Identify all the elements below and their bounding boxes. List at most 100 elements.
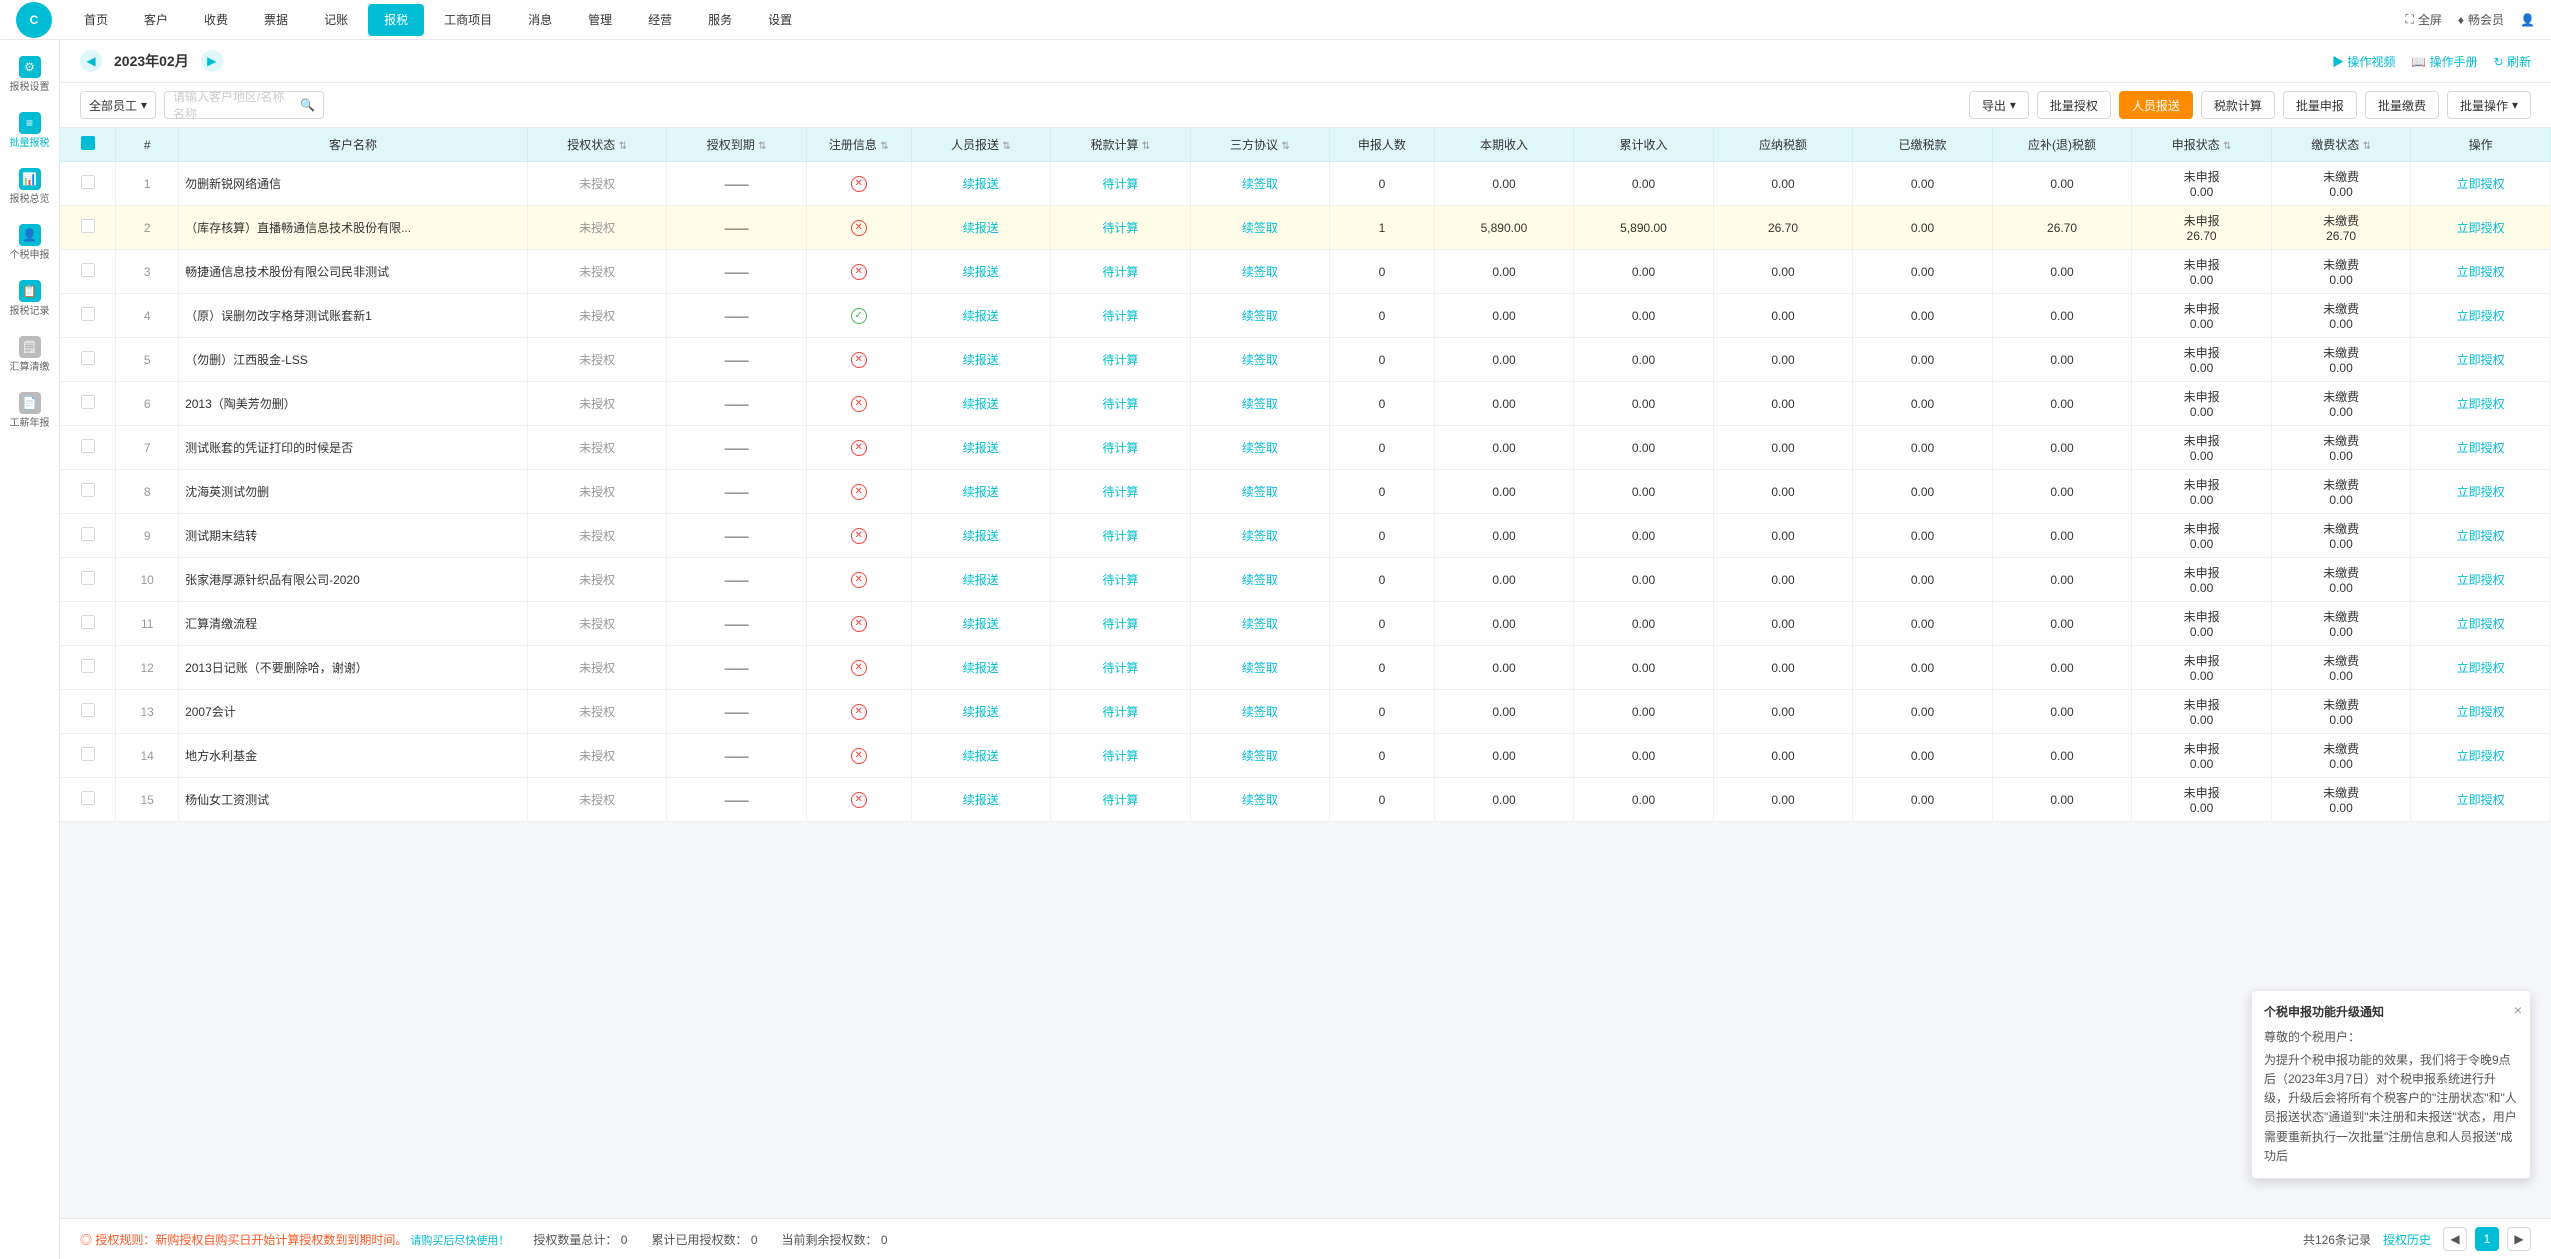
tri-link[interactable]: 续签取 bbox=[1242, 265, 1278, 279]
personnel-link[interactable]: 续报送 bbox=[963, 353, 999, 367]
nav-settings[interactable]: 设置 bbox=[752, 4, 808, 36]
row-checkbox[interactable] bbox=[81, 175, 95, 189]
fullscreen-btn[interactable]: ⛶ 全屏 bbox=[2405, 11, 2441, 28]
period-prev-btn[interactable]: ◀ bbox=[80, 50, 102, 72]
tri-link[interactable]: 续签取 bbox=[1242, 221, 1278, 235]
employee-filter-select[interactable]: 全部员工 ▾ bbox=[80, 91, 156, 119]
personnel-link[interactable]: 续报送 bbox=[963, 573, 999, 587]
purchase-link[interactable]: 请购买后尽快使用！ bbox=[410, 1235, 509, 1247]
row-checkbox[interactable] bbox=[81, 483, 95, 497]
tri-link[interactable]: 续签取 bbox=[1242, 529, 1278, 543]
sidebar-item-tax-overview[interactable]: 📊 报税总览 bbox=[4, 160, 56, 214]
tri-link[interactable]: 续签取 bbox=[1242, 793, 1278, 807]
row-action-btn[interactable]: 立即授权 bbox=[2457, 661, 2505, 675]
row-checkbox[interactable] bbox=[81, 791, 95, 805]
sidebar-item-annual-report[interactable]: 📄 工薪年报 bbox=[4, 384, 56, 438]
tri-link[interactable]: 续签取 bbox=[1242, 441, 1278, 455]
tax-calc-link[interactable]: 待计算 bbox=[1102, 485, 1138, 499]
period-next-btn[interactable]: ▶ bbox=[201, 50, 223, 72]
tri-link[interactable]: 续签取 bbox=[1242, 573, 1278, 587]
row-checkbox[interactable] bbox=[81, 307, 95, 321]
personnel-link[interactable]: 续报送 bbox=[963, 749, 999, 763]
col-header-reg-info[interactable]: 注册信息 ⇅ bbox=[806, 128, 911, 162]
sidebar-item-annual-clear[interactable]: 🗒 汇算清缴 bbox=[4, 328, 56, 382]
col-header-auth-status[interactable]: 授权状态 ⇅ bbox=[527, 128, 667, 162]
nav-accounting[interactable]: 记账 bbox=[308, 4, 364, 36]
member-btn[interactable]: ♦ 畅会员 bbox=[2458, 11, 2504, 28]
col-header-tax-calc[interactable]: 税款计算 ⇅ bbox=[1051, 128, 1191, 162]
personnel-link[interactable]: 续报送 bbox=[963, 309, 999, 323]
tri-link[interactable]: 续签取 bbox=[1242, 749, 1278, 763]
batch-pay-btn[interactable]: 批量缴费 bbox=[2365, 91, 2439, 119]
sidebar-item-tax-records[interactable]: 📋 报税记录 bbox=[4, 272, 56, 326]
row-checkbox[interactable] bbox=[81, 219, 95, 233]
tri-link[interactable]: 续签取 bbox=[1242, 309, 1278, 323]
tax-calc-btn[interactable]: 税款计算 bbox=[2201, 91, 2275, 119]
row-checkbox[interactable] bbox=[81, 571, 95, 585]
sidebar-item-personal-tax[interactable]: 👤 个税申报 bbox=[4, 216, 56, 270]
notification-close-btn[interactable]: × bbox=[2514, 999, 2522, 1021]
nav-home[interactable]: 首页 bbox=[68, 4, 124, 36]
tax-calc-link[interactable]: 待计算 bbox=[1102, 441, 1138, 455]
batch-auth-btn[interactable]: 批量授权 bbox=[2037, 91, 2111, 119]
tax-calc-link[interactable]: 待计算 bbox=[1102, 661, 1138, 675]
nav-invoice[interactable]: 票据 bbox=[248, 4, 304, 36]
tax-calc-link[interactable]: 待计算 bbox=[1102, 573, 1138, 587]
row-action-btn[interactable]: 立即授权 bbox=[2457, 353, 2505, 367]
select-all-checkbox[interactable] bbox=[81, 136, 95, 150]
tax-calc-link[interactable]: 待计算 bbox=[1102, 529, 1138, 543]
row-action-btn[interactable]: 立即授权 bbox=[2457, 573, 2505, 587]
personnel-link[interactable]: 续报送 bbox=[963, 485, 999, 499]
personnel-link[interactable]: 续报送 bbox=[963, 265, 999, 279]
nav-manage[interactable]: 管理 bbox=[572, 4, 628, 36]
tax-calc-link[interactable]: 待计算 bbox=[1102, 749, 1138, 763]
row-action-btn[interactable]: 立即授权 bbox=[2457, 177, 2505, 191]
row-action-btn[interactable]: 立即授权 bbox=[2457, 793, 2505, 807]
row-checkbox[interactable] bbox=[81, 351, 95, 365]
personnel-link[interactable]: 续报送 bbox=[963, 177, 999, 191]
personnel-link[interactable]: 续报送 bbox=[963, 397, 999, 411]
personnel-link[interactable]: 续报送 bbox=[963, 441, 999, 455]
row-checkbox[interactable] bbox=[81, 395, 95, 409]
personnel-link[interactable]: 续报送 bbox=[963, 617, 999, 631]
batch-op-btn[interactable]: 批量操作 ▾ bbox=[2447, 91, 2531, 119]
row-checkbox[interactable] bbox=[81, 527, 95, 541]
nav-business[interactable]: 工商项目 bbox=[428, 4, 508, 36]
tri-link[interactable]: 续签取 bbox=[1242, 485, 1278, 499]
tri-link[interactable]: 续签取 bbox=[1242, 705, 1278, 719]
col-header-pay-status[interactable]: 缴费状态 ⇅ bbox=[2271, 128, 2411, 162]
tri-link[interactable]: 续签取 bbox=[1242, 617, 1278, 631]
tax-calc-link[interactable]: 待计算 bbox=[1102, 309, 1138, 323]
tax-calc-link[interactable]: 待计算 bbox=[1102, 221, 1138, 235]
personal-report-btn[interactable]: 人员报送 bbox=[2119, 91, 2193, 119]
col-header-personnel[interactable]: 人员报送 ⇅ bbox=[911, 128, 1051, 162]
tax-calc-link[interactable]: 待计算 bbox=[1102, 353, 1138, 367]
row-action-btn[interactable]: 立即授权 bbox=[2457, 441, 2505, 455]
row-checkbox[interactable] bbox=[81, 615, 95, 629]
row-action-btn[interactable]: 立即授权 bbox=[2457, 705, 2505, 719]
tri-link[interactable]: 续签取 bbox=[1242, 661, 1278, 675]
nav-messages[interactable]: 消息 bbox=[512, 4, 568, 36]
personnel-link[interactable]: 续报送 bbox=[963, 661, 999, 675]
tax-calc-link[interactable]: 待计算 bbox=[1102, 793, 1138, 807]
operation-manual-btn[interactable]: 📖 操作手册 bbox=[2411, 53, 2477, 70]
nav-tax[interactable]: 报税 bbox=[368, 4, 424, 36]
row-action-btn[interactable]: 立即授权 bbox=[2457, 309, 2505, 323]
row-action-btn[interactable]: 立即授权 bbox=[2457, 485, 2505, 499]
tri-link[interactable]: 续签取 bbox=[1242, 397, 1278, 411]
export-btn[interactable]: 导出 ▾ bbox=[1969, 91, 2029, 119]
row-action-btn[interactable]: 立即授权 bbox=[2457, 749, 2505, 763]
row-checkbox[interactable] bbox=[81, 747, 95, 761]
row-checkbox[interactable] bbox=[81, 439, 95, 453]
page-1-btn[interactable]: 1 bbox=[2475, 1227, 2499, 1251]
tax-calc-link[interactable]: 待计算 bbox=[1102, 705, 1138, 719]
nav-operations[interactable]: 经营 bbox=[632, 4, 688, 36]
col-header-tri-agreement[interactable]: 三方协议 ⇅ bbox=[1190, 128, 1330, 162]
personnel-link[interactable]: 续报送 bbox=[963, 705, 999, 719]
nav-billing[interactable]: 收费 bbox=[188, 4, 244, 36]
personnel-link[interactable]: 续报送 bbox=[963, 529, 999, 543]
row-checkbox[interactable] bbox=[81, 659, 95, 673]
page-prev-btn[interactable]: ◀ bbox=[2443, 1227, 2467, 1251]
row-action-btn[interactable]: 立即授权 bbox=[2457, 529, 2505, 543]
tax-calc-link[interactable]: 待计算 bbox=[1102, 265, 1138, 279]
